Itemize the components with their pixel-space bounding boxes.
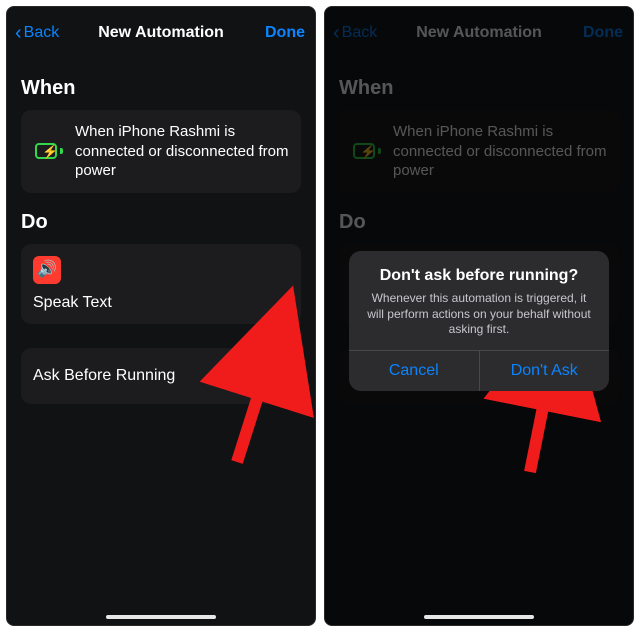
when-text: When iPhone Rashmi is connected or disco… (75, 122, 289, 181)
action-label: Speak Text (33, 294, 289, 312)
home-indicator (424, 615, 534, 619)
done-button[interactable]: Done (265, 24, 305, 42)
cancel-button[interactable]: Cancel (349, 351, 479, 391)
navbar: ‹ Back New Automation Done (7, 7, 315, 59)
ask-before-running-row: Ask Before Running (21, 348, 301, 404)
action-card[interactable]: 🔊 Speak Text (21, 244, 301, 324)
when-heading: When (7, 59, 315, 110)
alert-title: Don't ask before running? (363, 267, 595, 285)
speak-icon: 🔊 (33, 256, 61, 284)
right-screenshot: ‹ Back New Automation Done When ⚡ When i… (324, 6, 634, 626)
when-card[interactable]: ⚡ When iPhone Rashmi is connected or dis… (21, 110, 301, 193)
do-heading: Do (7, 193, 315, 244)
page-title: New Automation (98, 24, 224, 42)
alert-message: Whenever this automation is triggered, i… (363, 291, 595, 338)
dont-ask-button[interactable]: Don't Ask (479, 351, 610, 391)
left-screenshot: ‹ Back New Automation Done When ⚡ When i… (6, 6, 316, 626)
alert-dialog: Don't ask before running? Whenever this … (349, 251, 609, 391)
ask-toggle[interactable] (241, 362, 289, 390)
chevron-left-icon: ‹ (15, 23, 22, 43)
ask-label: Ask Before Running (33, 367, 175, 385)
back-button[interactable]: ‹ Back (15, 23, 59, 43)
home-indicator (106, 615, 216, 619)
back-label: Back (24, 24, 60, 42)
battery-charging-icon: ⚡ (33, 141, 65, 161)
